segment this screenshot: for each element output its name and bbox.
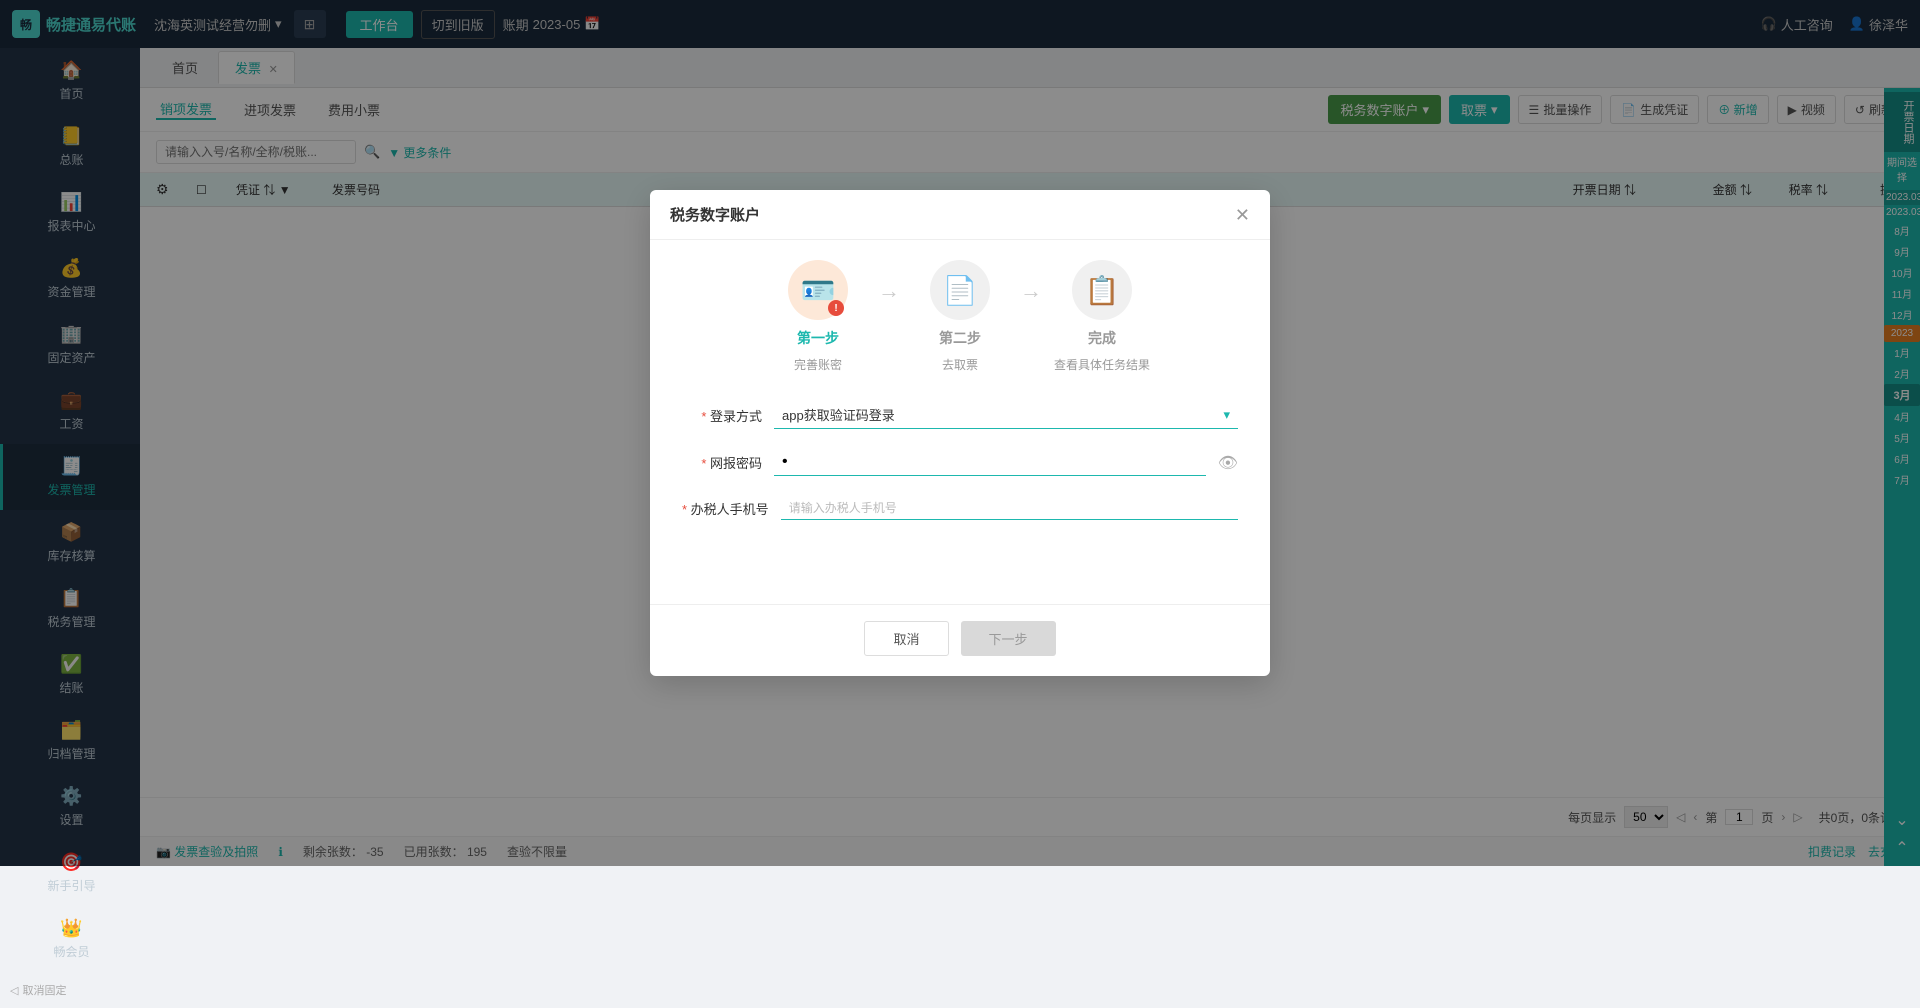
sidebar-label-vip: 畅会员: [53, 943, 89, 960]
dialog-close-button[interactable]: ✕: [1235, 206, 1250, 224]
step1-desc: 完善账密: [794, 356, 842, 373]
phone-row: 办税人手机号: [682, 496, 1238, 520]
form-spacer: [682, 540, 1238, 580]
step3-icon: 📋: [1085, 274, 1120, 307]
password-label: 网报密码: [682, 453, 762, 472]
step2-desc: 去取票: [942, 356, 978, 373]
password-row: 网报密码 👁: [682, 449, 1238, 476]
login-method-label: 登录方式: [682, 406, 762, 425]
next-step-button[interactable]: 下一步: [961, 621, 1056, 656]
step-3: 📋 完成 查看具体任务结果: [1042, 260, 1162, 373]
login-method-select[interactable]: app获取验证码登录 ▾: [774, 401, 1238, 429]
cancel-fixed-button[interactable]: ◁ 取消固定: [0, 972, 140, 1008]
step3-title: 完成: [1088, 328, 1116, 348]
step-2: 📄 第二步 去取票: [900, 260, 1020, 373]
select-chevron-icon: ▾: [1223, 407, 1230, 423]
sidebar-item-vip[interactable]: 👑 畅会员: [0, 906, 140, 972]
step-1: 🪪 ! 第一步 完善账密: [758, 260, 878, 373]
tax-digital-dialog: 税务数字账户 ✕ 🪪 ! 第一步 完善账密 →: [650, 190, 1270, 676]
step2-icon-wrap: 📄: [930, 260, 990, 320]
phone-label: 办税人手机号: [682, 499, 769, 518]
step1-badge: !: [828, 300, 844, 316]
step-arrow-2: →: [1020, 278, 1042, 304]
toggle-password-icon[interactable]: 👁: [1218, 453, 1238, 473]
password-input[interactable]: [774, 449, 1206, 476]
vip-icon: 👑: [60, 918, 82, 939]
login-method-row: 登录方式 app获取验证码登录 ▾: [682, 401, 1238, 429]
pin-icon: ◁: [10, 984, 18, 997]
step-arrow-1: →: [878, 278, 900, 304]
step2-icon: 📄: [943, 274, 978, 307]
dialog-footer: 取消 下一步: [650, 604, 1270, 676]
dialog-header: 税务数字账户 ✕: [650, 190, 1270, 240]
dialog-body: 🪪 ! 第一步 完善账密 → 📄 第二步 去取票 →: [650, 240, 1270, 604]
sidebar-label-guide: 新手引导: [47, 877, 95, 894]
step1-title: 第一步: [797, 328, 839, 348]
phone-input[interactable]: [781, 496, 1238, 520]
modal-overlay[interactable]: 税务数字账户 ✕ 🪪 ! 第一步 完善账密 →: [0, 0, 1920, 866]
dialog-title: 税务数字账户: [670, 204, 760, 225]
step3-desc: 查看具体任务结果: [1054, 356, 1150, 373]
step1-icon-wrap: 🪪 !: [788, 260, 848, 320]
step3-icon-wrap: 📋: [1072, 260, 1132, 320]
steps-row: 🪪 ! 第一步 完善账密 → 📄 第二步 去取票 →: [682, 260, 1238, 373]
step2-title: 第二步: [939, 328, 981, 348]
cancel-button[interactable]: 取消: [864, 621, 948, 656]
